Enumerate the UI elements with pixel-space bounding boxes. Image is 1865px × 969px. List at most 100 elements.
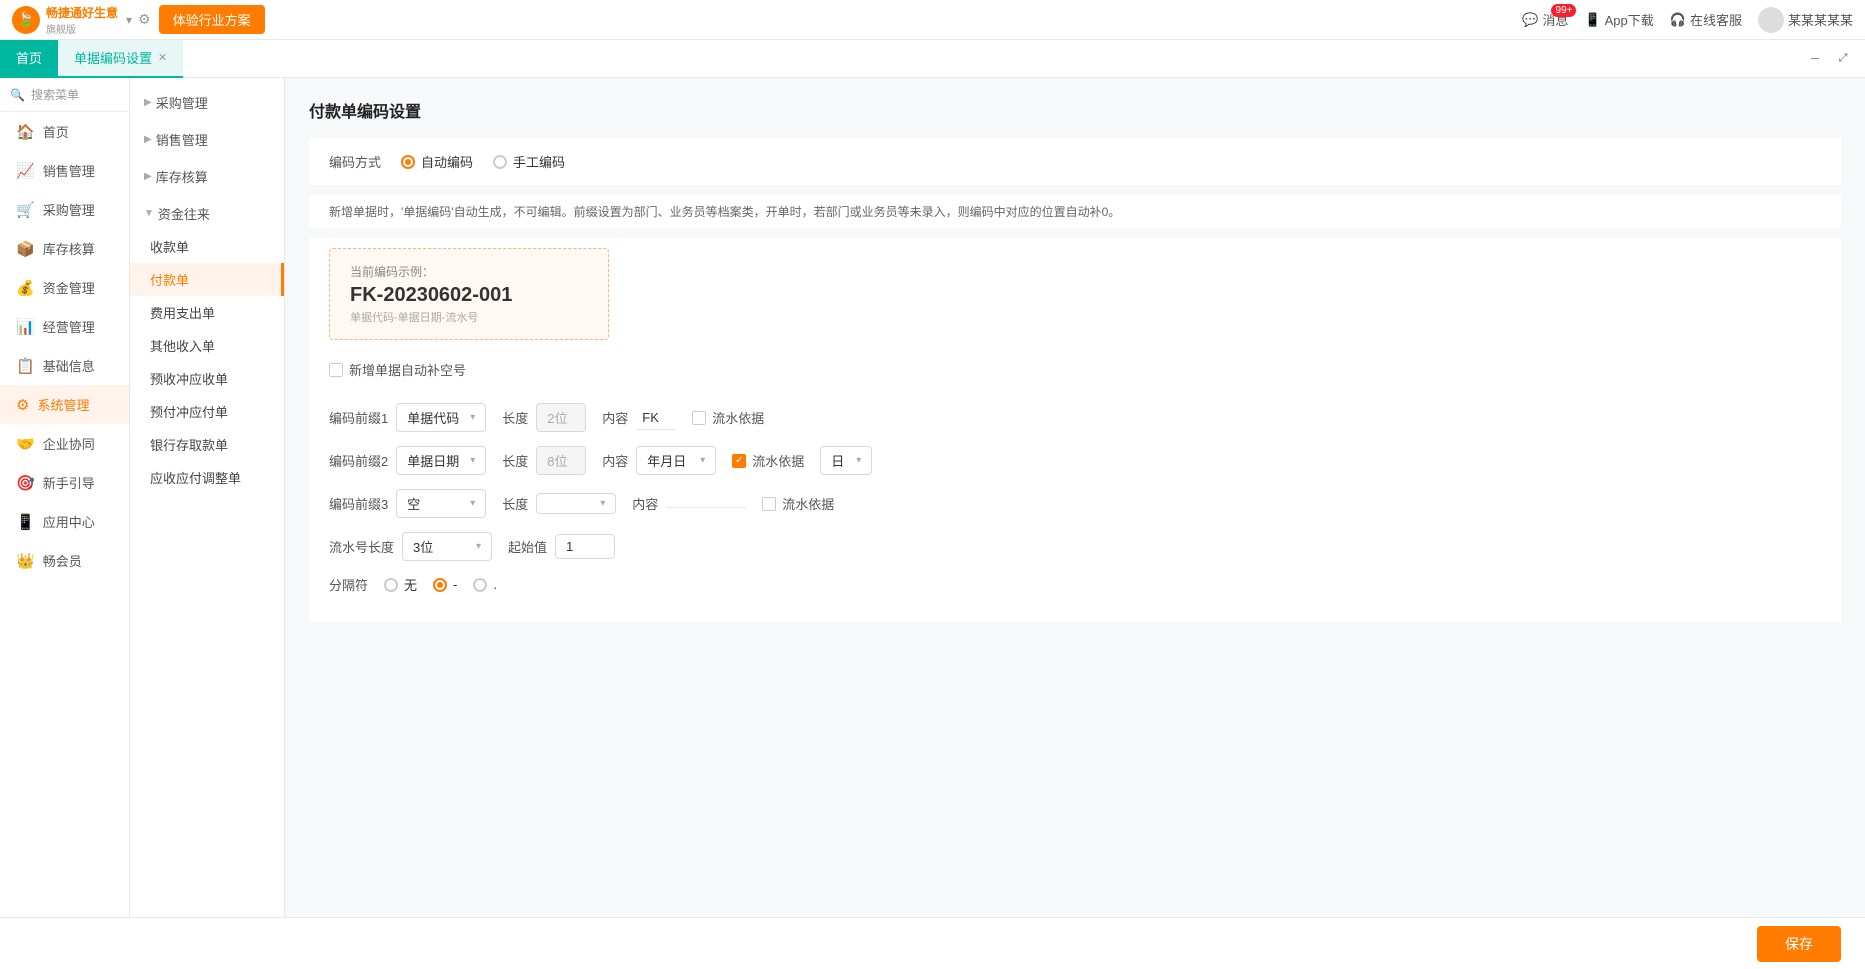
encoding-preview-box: 当前编码示例： FK-20230602-001 单据代码-单据日期-流水号 (329, 248, 609, 340)
submenu-item-bank-deposit[interactable]: 银行存取款单 (130, 428, 284, 461)
service-icon: 🎧 (1670, 12, 1686, 28)
prefix3-row: 编码前缀3 空 ▾ 长度 ▾ 内容 (329, 489, 1821, 518)
prefix3-length-arrow: ▾ (600, 498, 605, 509)
manual-encoding-dot (493, 155, 507, 169)
sidebar-item-operation[interactable]: 📊 经营管理 (0, 307, 129, 346)
prefix3-field: 编码前缀3 空 ▾ (329, 489, 486, 518)
submenu-arrow-inventory: ▶ (144, 171, 152, 182)
submenu-item-prepay-recv[interactable]: 预收冲应收单 (130, 362, 284, 395)
prefix1-select[interactable]: 单据代码 ▾ (396, 403, 486, 432)
member-icon: 👑 (16, 552, 35, 570)
prefix2-length-label: 长度 (502, 451, 528, 470)
app-download-button[interactable]: 📱 App下载 (1584, 10, 1653, 29)
serial-start-input[interactable]: 1 (555, 534, 615, 559)
search-icon: 🔍 (10, 88, 25, 102)
prefix1-select-val: 单据代码 (407, 408, 459, 427)
finance-icon: 💰 (16, 279, 35, 297)
manual-encoding-radio[interactable]: 手工编码 (493, 152, 565, 171)
prefix2-watermark-unit-val: 日 (831, 451, 844, 470)
sidebar-item-member[interactable]: 👑 畅会员 (0, 541, 129, 580)
sep-none-radio[interactable]: 无 (384, 575, 417, 594)
submenu-item-prepay-pay[interactable]: 预付冲应付单 (130, 395, 284, 428)
prefix2-content-field: 内容 年月日 ▾ (602, 446, 716, 475)
submenu-item-ap-adjust[interactable]: 应收应付调整单 (130, 461, 284, 494)
prefix2-content-val: 年月日 (647, 451, 686, 470)
prefix1-watermark-checkbox[interactable]: 流水依据 (692, 408, 764, 427)
settings-area: 编码前缀1 单据代码 ▾ 长度 2位 内容 FK 流水依据 (309, 389, 1841, 622)
prefix1-length-input[interactable]: 2位 (536, 403, 586, 432)
window-minimize-icon[interactable]: ─ (1805, 49, 1825, 69)
content-area: 付款单编码设置 编码方式 自动编码 手工编码 新增单据时，'单据编码'自动生成，… (285, 78, 1865, 969)
sidebar-item-inventory[interactable]: 📦 库存核算 (0, 229, 129, 268)
trial-button[interactable]: 体验行业方案 (159, 5, 265, 34)
sidebar-item-basic[interactable]: 📋 基础信息 (0, 346, 129, 385)
submenu-group-sales-title[interactable]: ▶ 销售管理 (130, 123, 284, 156)
sidebar-item-sales[interactable]: 📈 销售管理 (0, 151, 129, 190)
newguide-icon: 🎯 (16, 474, 35, 492)
prefix3-length-select[interactable]: ▾ (536, 493, 616, 514)
sidebar: 🔍 搜索菜单 🏠 首页 📈 销售管理 🛒 采购管理 📦 库存核算 💰 资金管理 … (0, 78, 130, 969)
serial-start-field: 起始值 1 (508, 534, 615, 559)
prefix2-watermark-checkbox[interactable]: ✓ 流水依据 (732, 451, 804, 470)
submenu-item-other-income[interactable]: 其他收入单 (130, 329, 284, 362)
submenu-group-inventory-title[interactable]: ▶ 库存核算 (130, 160, 284, 193)
sep-dot-radio[interactable]: . (473, 577, 497, 592)
preview-sub: 单据代码-单据日期-流水号 (350, 309, 588, 325)
prefix2-content-arrow: ▾ (700, 455, 705, 466)
serial-length-arrow: ▾ (476, 541, 481, 552)
search-menu-button[interactable]: 🔍 搜索菜单 (0, 78, 129, 112)
logo-text: 畅捷通好生意 旗舰版 (46, 4, 118, 36)
nav-gear-icon[interactable]: ⚙ (138, 11, 151, 28)
sidebar-item-appcenter[interactable]: 📱 应用中心 (0, 502, 129, 541)
prefix3-content-field: 内容 (632, 494, 746, 513)
sidebar-item-system[interactable]: ⚙ 系统管理 (0, 385, 129, 424)
save-button[interactable]: 保存 (1757, 926, 1841, 962)
submenu-group-purchase-title[interactable]: ▶ 采购管理 (130, 86, 284, 119)
serial-length-select[interactable]: 3位 ▾ (402, 532, 492, 561)
sidebar-item-home[interactable]: 🏠 首页 (0, 112, 129, 151)
topbar-right: 💬 消息 99+ 📱 App下载 🎧 在线客服 某某某某某 (1522, 7, 1853, 33)
prefix2-length-input[interactable]: 8位 (536, 446, 586, 475)
submenu-group-capital-title[interactable]: ▼ 资金往来 (130, 197, 284, 230)
serial-row: 流水号长度 3位 ▾ 起始值 1 (329, 532, 1821, 561)
prefix2-content-select[interactable]: 年月日 ▾ (636, 446, 716, 475)
logo-icon: 🍃 (12, 6, 40, 34)
autofill-checkbox[interactable]: 新增单据自动补空号 (329, 360, 1821, 379)
separator-row: 分隔符 无 - . (329, 575, 1821, 594)
prefix3-content-label: 内容 (632, 494, 658, 513)
main-layout: 🔍 搜索菜单 🏠 首页 📈 销售管理 🛒 采购管理 📦 库存核算 💰 资金管理 … (0, 78, 1865, 969)
topbar-left: 🍃 畅捷通好生意 旗舰版 ▾ ⚙ 体验行业方案 (12, 4, 265, 36)
tab-home[interactable]: 首页 (0, 40, 58, 78)
window-restore-icon[interactable]: ⤢ (1833, 49, 1853, 69)
sidebar-item-finance[interactable]: 💰 资金管理 (0, 268, 129, 307)
user-profile[interactable]: 某某某某某 (1758, 7, 1853, 33)
sidebar-item-purchase[interactable]: 🛒 采购管理 (0, 190, 129, 229)
message-button[interactable]: 💬 消息 99+ (1522, 10, 1568, 29)
prefix3-select-val: 空 (407, 494, 420, 513)
submenu-item-receipt[interactable]: 收款单 (130, 230, 284, 263)
submenu-arrow-sales: ▶ (144, 134, 152, 145)
prefix2-watermark-unit-select[interactable]: 日 ▾ (820, 446, 872, 475)
sidebar-item-newguide[interactable]: 🎯 新手引导 (0, 463, 129, 502)
sidebar-item-enterprise[interactable]: 🤝 企业协同 (0, 424, 129, 463)
window-controls: ─ ⤢ (1805, 49, 1865, 69)
auto-encoding-radio[interactable]: 自动编码 (401, 152, 473, 171)
sep-dash-radio[interactable]: - (433, 577, 457, 592)
online-service-button[interactable]: 🎧 在线客服 (1670, 10, 1742, 29)
prefix3-label: 编码前缀3 (329, 494, 388, 513)
prefix1-field: 编码前缀1 单据代码 ▾ (329, 403, 486, 432)
nav-dropdown-arrow[interactable]: ▾ (126, 13, 132, 27)
submenu-item-payment[interactable]: 付款单 (130, 263, 284, 296)
tab-encoding[interactable]: 单据编码设置 ✕ (58, 40, 183, 78)
inventory-icon: 📦 (16, 240, 35, 258)
prefix3-watermark-checkbox[interactable]: 流水依据 (762, 494, 834, 513)
home-tab-label: 首页 (16, 48, 42, 67)
tab-close-icon[interactable]: ✕ (158, 51, 167, 64)
prefix1-watermark-box (692, 411, 706, 425)
submenu-item-expense[interactable]: 费用支出单 (130, 296, 284, 329)
prefix3-select[interactable]: 空 ▾ (396, 489, 486, 518)
prefix2-select[interactable]: 单据日期 ▾ (396, 446, 486, 475)
prefix3-watermark-box (762, 497, 776, 511)
prefix2-watermark-box: ✓ (732, 454, 746, 468)
avatar (1758, 7, 1784, 33)
